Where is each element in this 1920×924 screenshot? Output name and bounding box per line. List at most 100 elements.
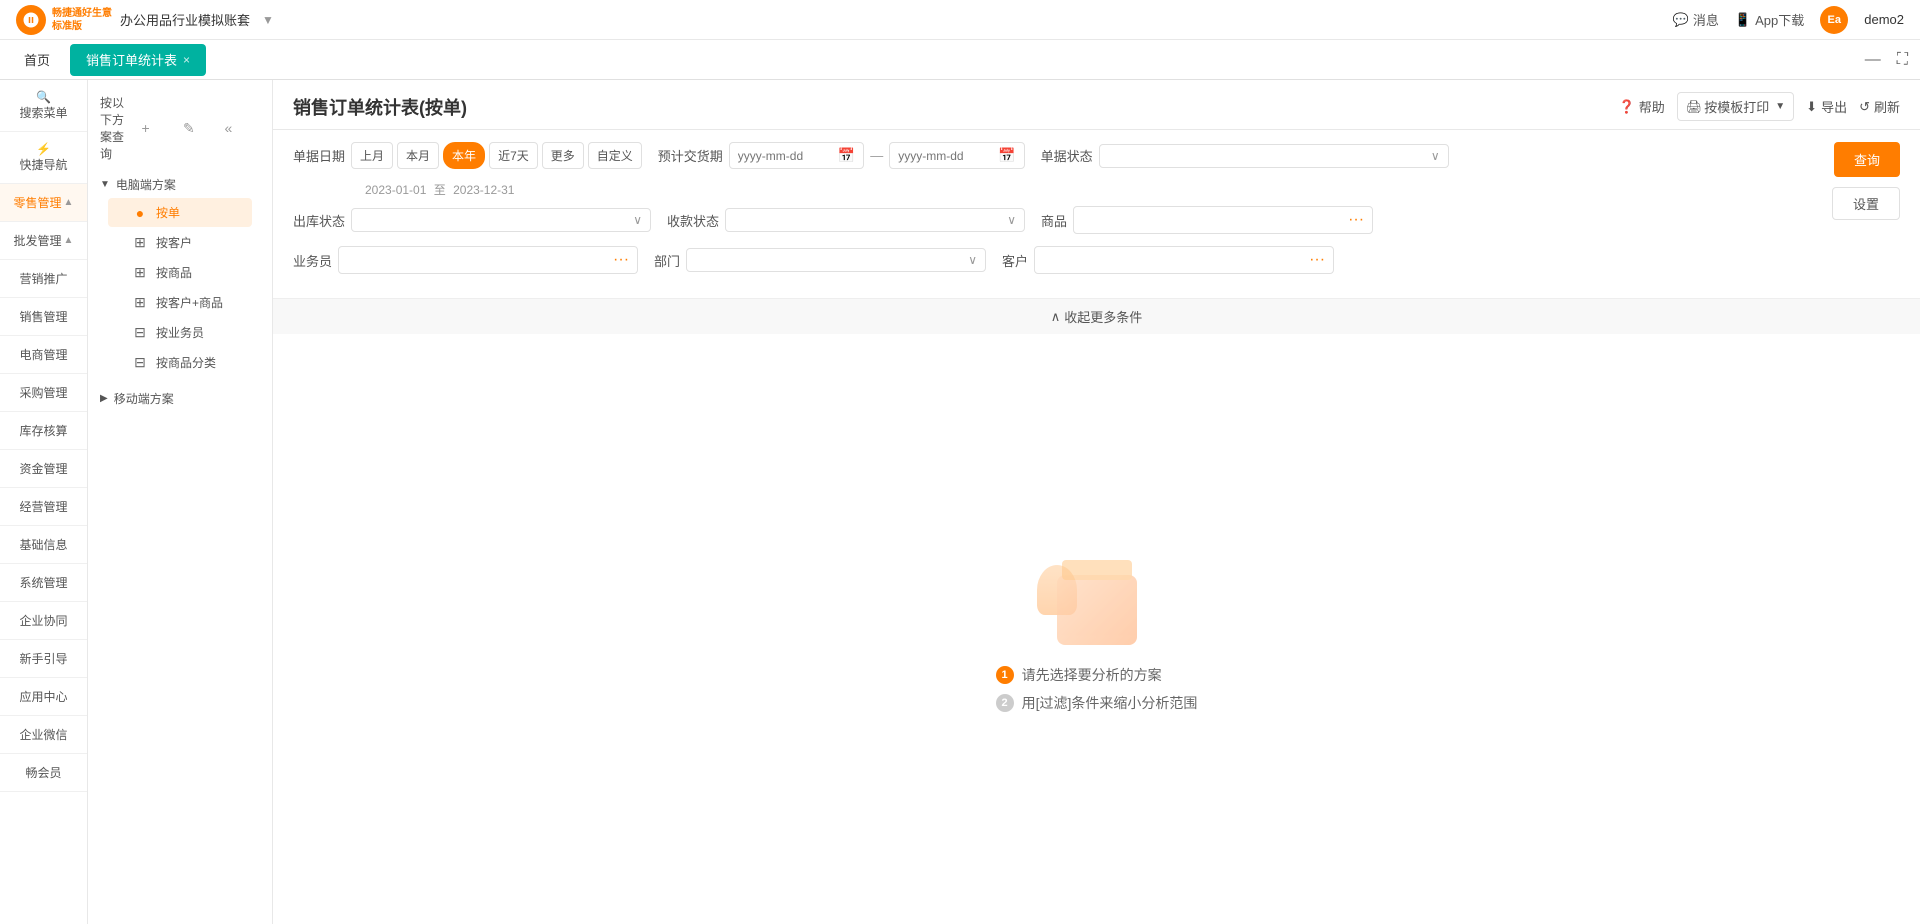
salesperson-filter-label: 业务员	[293, 251, 332, 270]
sidebar-label-enterprise: 企业协同	[8, 612, 79, 629]
tab-close-icon[interactable]: ×	[183, 53, 190, 67]
user-avatar[interactable]: Ea	[1820, 6, 1848, 34]
sidebar-item-search-menu[interactable]: 🔍 搜索菜单	[0, 80, 87, 132]
btn-custom[interactable]: 自定义	[588, 142, 642, 169]
sidebar-item-enterprise[interactable]: 企业协同	[0, 602, 87, 640]
customer-ellipsis[interactable]: ···	[1309, 251, 1325, 269]
sidebar-item-basics[interactable]: 基础信息	[0, 526, 87, 564]
ship-status-select[interactable]: ∨	[351, 208, 651, 232]
user-name[interactable]: demo2	[1864, 12, 1904, 27]
filter-main: 单据日期 上月 本月 本年 近7天 更多 自定义 预计交货期	[273, 130, 1812, 298]
sidebar-label-newbie: 新手引导	[8, 650, 79, 667]
sidebar-item-newbie[interactable]: 新手引导	[0, 640, 87, 678]
delivery-start-input[interactable]	[738, 149, 838, 163]
cal-start-icon[interactable]: 📅	[838, 147, 855, 164]
sidebar-item-operations[interactable]: 经营管理	[0, 488, 87, 526]
mobile-scheme-header[interactable]: ▶ 移动端方案	[100, 386, 260, 411]
app-title-dropdown[interactable]: ▼	[262, 13, 274, 27]
tab-home[interactable]: 首页	[8, 44, 66, 76]
empty-hint-1: 1 请先选择要分析的方案	[996, 665, 1198, 685]
btn-this-month[interactable]: 本月	[397, 142, 439, 169]
scheme-item-by-customer-product[interactable]: ⊞ 按客户+商品	[108, 288, 252, 317]
page-content: 按以下方案查询 + ✎ « ▼ 电脑端方案 ● 按单 ⊞ 按客户	[88, 80, 1920, 924]
retail-arrow-icon: ▲	[64, 197, 74, 208]
payment-status-select[interactable]: ∨	[725, 208, 1025, 232]
message-action[interactable]: 💬 消息	[1673, 10, 1719, 29]
collapse-bar[interactable]: ∧ 收起更多条件	[273, 298, 1920, 334]
department-arrow: ∨	[968, 253, 977, 267]
status-select[interactable]: ∨	[1099, 144, 1449, 168]
refresh-action[interactable]: ↺ 刷新	[1859, 97, 1900, 116]
customer-select[interactable]: ···	[1034, 246, 1334, 274]
pc-scheme-group: ▼ 电脑端方案 ● 按单 ⊞ 按客户 ⊞ 按商品 ⊞ 按客	[88, 168, 272, 382]
sidebar-item-members[interactable]: 畅会员	[0, 754, 87, 792]
hint-number-2: 2	[996, 694, 1014, 712]
btn-more[interactable]: 更多	[542, 142, 584, 169]
collapse-panel-icon[interactable]: «	[225, 120, 261, 136]
btn-last-7-days[interactable]: 近7天	[489, 142, 538, 169]
cal-end-icon[interactable]: 📅	[998, 147, 1015, 164]
app-download-action[interactable]: 📱 App下载	[1735, 10, 1804, 29]
edit-scheme-icon[interactable]: ✎	[183, 120, 219, 137]
delivery-end-input[interactable]	[898, 149, 998, 163]
tab-minimize-icon[interactable]: —	[1861, 47, 1885, 73]
sidebar-item-retail[interactable]: 零售管理 ▲	[0, 184, 87, 222]
sidebar-item-inventory[interactable]: 库存核算	[0, 412, 87, 450]
scheme-label-by-product: 按商品	[156, 264, 192, 281]
btn-last-month[interactable]: 上月	[351, 142, 393, 169]
product-filter-label: 商品	[1041, 211, 1067, 230]
help-action[interactable]: ❓ 帮助	[1619, 97, 1665, 116]
tab-bar: 首页 销售订单统计表 × — ⛶	[0, 40, 1920, 80]
scheme-item-by-category[interactable]: ⊟ 按商品分类	[108, 348, 252, 377]
scheme-item-by-salesperson[interactable]: ⊟ 按业务员	[108, 318, 252, 347]
btn-this-year[interactable]: 本年	[443, 142, 485, 169]
tab-current-label: 销售订单统计表	[86, 50, 177, 69]
sidebar-item-purchase[interactable]: 采购管理	[0, 374, 87, 412]
department-select[interactable]: ∨	[686, 248, 986, 272]
wholesale-arrow-icon: ▲	[64, 235, 74, 246]
sidebar-item-finance[interactable]: 资金管理	[0, 450, 87, 488]
product-ellipsis[interactable]: ···	[1348, 211, 1364, 229]
scheme-item-by-customer[interactable]: ⊞ 按客户	[108, 228, 252, 257]
hint-text-2: 用[过滤]条件来缩小分析范围	[1022, 693, 1198, 713]
logo-area[interactable]: 畅捷通好生意 标准版	[16, 5, 112, 35]
sidebar-item-sales[interactable]: 销售管理	[0, 298, 87, 336]
product-select[interactable]: ···	[1073, 206, 1373, 234]
sidebar-label-finance: 资金管理	[8, 460, 79, 477]
date-range-sep: 至	[434, 183, 446, 197]
pc-group-label: 电脑端方案	[116, 176, 176, 193]
print-dropdown-arrow: ▼	[1775, 101, 1785, 112]
sidebar-item-wholesale[interactable]: 批发管理 ▲	[0, 222, 87, 260]
filter-item-delivery-date: 预计交货期 📅 — 📅	[658, 142, 1025, 169]
scheme-item-by-product[interactable]: ⊞ 按商品	[108, 258, 252, 287]
tab-home-label: 首页	[24, 50, 50, 69]
tab-maximize-icon[interactable]: ⛶	[1893, 47, 1912, 73]
query-button[interactable]: 查询	[1834, 142, 1900, 177]
delivery-start-input-wrap[interactable]: 📅	[729, 142, 864, 169]
header-right: 💬 消息 📱 App下载 Ea demo2	[1673, 6, 1904, 34]
sidebar-item-quick-nav[interactable]: ⚡ 快捷导航	[0, 132, 87, 184]
print-icon: 🖨	[1686, 99, 1703, 115]
scheme-icon-by-product: ⊞	[132, 265, 148, 281]
filter-item-payment: 收款状态 ∨	[667, 208, 1025, 232]
sidebar-item-app-center[interactable]: 应用中心	[0, 678, 87, 716]
delivery-end-input-wrap[interactable]: 📅	[889, 142, 1024, 169]
date-filter-label: 单据日期	[293, 146, 345, 165]
print-action[interactable]: 🖨 按模板打印 ▼	[1677, 92, 1794, 121]
add-scheme-icon[interactable]: +	[142, 120, 178, 136]
tab-current[interactable]: 销售订单统计表 ×	[70, 44, 206, 76]
sidebar-item-system[interactable]: 系统管理	[0, 564, 87, 602]
empty-box	[1057, 575, 1137, 645]
salesperson-select[interactable]: ···	[338, 246, 638, 274]
filter-item-customer: 客户 ···	[1002, 246, 1334, 274]
settings-button[interactable]: 设置	[1832, 187, 1900, 220]
pc-scheme-header[interactable]: ▼ 电脑端方案	[100, 172, 260, 197]
salesperson-ellipsis[interactable]: ···	[613, 251, 629, 269]
sidebar-item-ecommerce[interactable]: 电商管理	[0, 336, 87, 374]
message-label: 消息	[1693, 10, 1719, 29]
scheme-item-by-order[interactable]: ● 按单	[108, 198, 252, 227]
sidebar-item-enterprise-wechat[interactable]: 企业微信	[0, 716, 87, 754]
export-action[interactable]: ⬇ 导出	[1806, 97, 1847, 116]
refresh-label: 刷新	[1874, 97, 1900, 116]
sidebar-item-marketing[interactable]: 营销推广	[0, 260, 87, 298]
